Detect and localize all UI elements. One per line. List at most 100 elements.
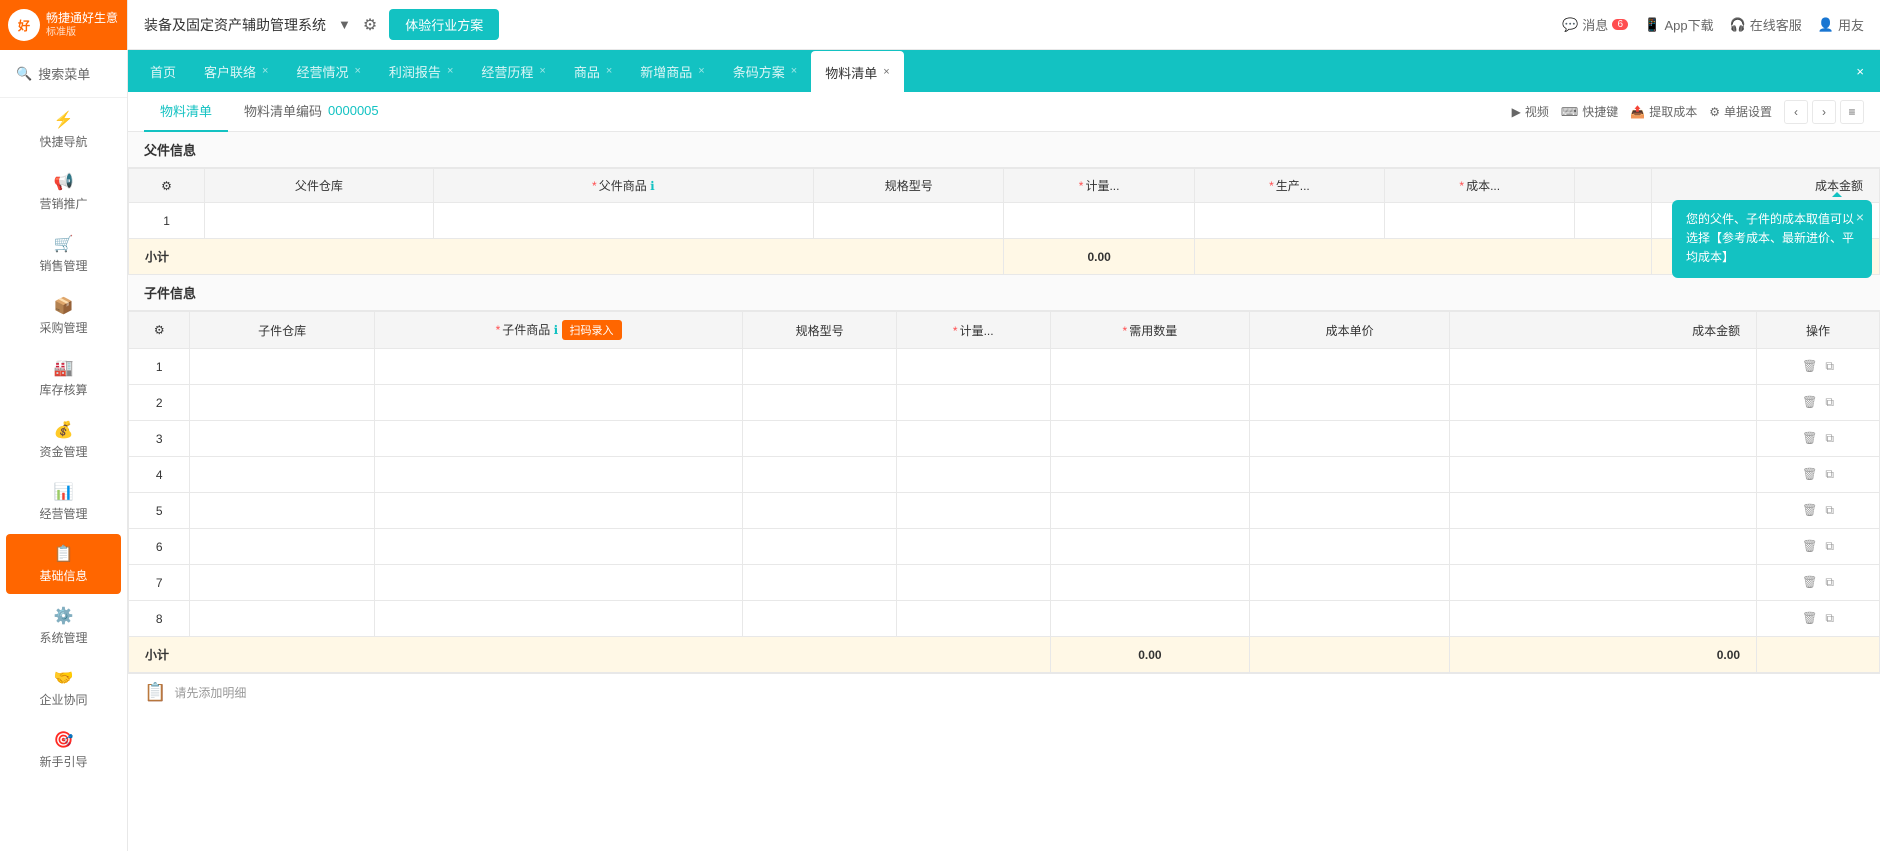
parent-spec-cell[interactable] bbox=[814, 203, 1004, 239]
user-menu-button[interactable]: 👤 用友 bbox=[1818, 15, 1864, 34]
child-qty-cell[interactable] bbox=[1050, 421, 1250, 457]
child-product-cell[interactable] bbox=[374, 349, 743, 385]
sub-tab-bom-code[interactable]: 物料清单编码 0000005 bbox=[228, 92, 395, 132]
message-button[interactable]: 💬 消息 6 bbox=[1562, 15, 1628, 34]
child-spec-cell[interactable] bbox=[743, 493, 897, 529]
child-spec-cell[interactable] bbox=[743, 529, 897, 565]
child-product-cell[interactable] bbox=[374, 601, 743, 637]
delete-icon[interactable]: 🗑 bbox=[1802, 539, 1817, 554]
child-unit-cell[interactable] bbox=[896, 493, 1050, 529]
child-unit-cell[interactable] bbox=[896, 601, 1050, 637]
video-button[interactable]: ▶ 视频 bbox=[1512, 103, 1549, 120]
settings-gear-icon[interactable]: ⚙ bbox=[363, 15, 377, 35]
tab-products[interactable]: 商品 × bbox=[560, 50, 626, 92]
copy-icon[interactable]: ⧉ bbox=[1825, 431, 1834, 446]
sidebar-item-inventory[interactable]: 🏭 库存核算 bbox=[6, 348, 121, 408]
child-qty-cell[interactable] bbox=[1050, 457, 1250, 493]
child-col-settings[interactable]: ⚙ bbox=[129, 312, 190, 349]
child-qty-cell[interactable] bbox=[1050, 493, 1250, 529]
child-unit-cost-cell[interactable] bbox=[1250, 565, 1450, 601]
child-unit-cost-cell[interactable] bbox=[1250, 349, 1450, 385]
child-unit-cell[interactable] bbox=[896, 349, 1050, 385]
child-unit-cost-cell[interactable] bbox=[1250, 493, 1450, 529]
delete-icon[interactable]: 🗑 bbox=[1802, 359, 1817, 374]
child-spec-cell[interactable] bbox=[743, 421, 897, 457]
child-qty-cell[interactable] bbox=[1050, 529, 1250, 565]
child-qty-cell[interactable] bbox=[1050, 601, 1250, 637]
copy-icon[interactable]: ⧉ bbox=[1825, 467, 1834, 482]
parent-product-cell[interactable] bbox=[433, 203, 814, 239]
child-spec-cell[interactable] bbox=[743, 349, 897, 385]
child-product-cell[interactable] bbox=[374, 529, 743, 565]
copy-icon[interactable]: ⧉ bbox=[1825, 539, 1834, 554]
child-unit-cell[interactable] bbox=[896, 529, 1050, 565]
copy-icon[interactable]: ⧉ bbox=[1825, 395, 1834, 410]
child-unit-cell[interactable] bbox=[896, 421, 1050, 457]
child-unit-cell[interactable] bbox=[896, 565, 1050, 601]
tab-close-bom[interactable]: × bbox=[883, 66, 889, 78]
child-spec-cell[interactable] bbox=[743, 457, 897, 493]
delete-icon[interactable]: 🗑 bbox=[1802, 611, 1817, 626]
sidebar-item-system[interactable]: ⚙️ 系统管理 bbox=[6, 596, 121, 656]
tab-barcode[interactable]: 条码方案 × bbox=[719, 50, 811, 92]
sidebar-item-quick-nav[interactable]: ⚡ 快捷导航 bbox=[6, 100, 121, 160]
next-page-button[interactable]: › bbox=[1812, 100, 1836, 124]
child-warehouse-cell[interactable] bbox=[190, 493, 374, 529]
delete-icon[interactable]: 🗑 bbox=[1802, 467, 1817, 482]
child-product-cell[interactable] bbox=[374, 421, 743, 457]
child-warehouse-cell[interactable] bbox=[190, 457, 374, 493]
child-product-cell[interactable] bbox=[374, 493, 743, 529]
sub-tab-bom-list[interactable]: 物料清单 bbox=[144, 92, 228, 132]
tab-bom[interactable]: 物料清单 × bbox=[811, 51, 903, 92]
tab-ops-status[interactable]: 经营情况 × bbox=[282, 50, 374, 92]
child-spec-cell[interactable] bbox=[743, 385, 897, 421]
child-unit-cost-cell[interactable] bbox=[1250, 601, 1450, 637]
child-product-cell[interactable] bbox=[374, 565, 743, 601]
child-unit-cost-cell[interactable] bbox=[1250, 421, 1450, 457]
copy-icon[interactable]: ⧉ bbox=[1825, 611, 1834, 626]
sidebar-item-guide[interactable]: 🎯 新手引导 bbox=[6, 720, 121, 780]
delete-icon[interactable]: 🗑 bbox=[1802, 395, 1817, 410]
child-qty-cell[interactable] bbox=[1050, 385, 1250, 421]
trial-button[interactable]: 体验行业方案 bbox=[389, 9, 499, 40]
scan-input-button[interactable]: 扫码录入 bbox=[562, 320, 622, 340]
delete-icon[interactable]: 🗑 bbox=[1802, 431, 1817, 446]
system-dropdown[interactable]: ▼ bbox=[338, 17, 351, 32]
tab-close-ops[interactable]: × bbox=[354, 65, 360, 77]
child-qty-cell[interactable] bbox=[1050, 565, 1250, 601]
child-spec-cell[interactable] bbox=[743, 565, 897, 601]
child-unit-cost-cell[interactable] bbox=[1250, 457, 1450, 493]
tab-close-customer[interactable]: × bbox=[262, 65, 268, 77]
child-unit-cost-cell[interactable] bbox=[1250, 529, 1450, 565]
child-unit-cell[interactable] bbox=[896, 385, 1050, 421]
child-warehouse-cell[interactable] bbox=[190, 349, 374, 385]
child-warehouse-cell[interactable] bbox=[190, 565, 374, 601]
sidebar-item-sales[interactable]: 🛒 销售管理 bbox=[6, 224, 121, 284]
parent-col-settings[interactable]: ⚙ bbox=[129, 169, 205, 203]
child-product-cell[interactable] bbox=[374, 457, 743, 493]
delete-icon[interactable]: 🗑 bbox=[1802, 575, 1817, 590]
tab-profit[interactable]: 利润报告 × bbox=[375, 50, 467, 92]
tab-close-history[interactable]: × bbox=[539, 65, 545, 77]
tab-customer[interactable]: 客户联络 × bbox=[190, 50, 282, 92]
child-spec-cell[interactable] bbox=[743, 601, 897, 637]
shortcut-button[interactable]: ⌨ 快捷键 bbox=[1561, 103, 1618, 120]
child-warehouse-cell[interactable] bbox=[190, 385, 374, 421]
child-unit-cell[interactable] bbox=[896, 457, 1050, 493]
parent-unit-cell[interactable] bbox=[1004, 203, 1194, 239]
sidebar-item-basic-info[interactable]: 📋 基础信息 bbox=[6, 534, 121, 594]
tooltip-close-button[interactable]: × bbox=[1856, 206, 1864, 228]
tab-close-new-product[interactable]: × bbox=[698, 65, 704, 77]
list-view-button[interactable]: ≡ bbox=[1840, 100, 1864, 124]
online-service-button[interactable]: 🎧 在线客服 bbox=[1730, 15, 1802, 34]
child-warehouse-cell[interactable] bbox=[190, 529, 374, 565]
copy-icon[interactable]: ⧉ bbox=[1825, 359, 1834, 374]
tab-close-barcode[interactable]: × bbox=[791, 65, 797, 77]
child-warehouse-cell[interactable] bbox=[190, 421, 374, 457]
tab-close-profit[interactable]: × bbox=[447, 65, 453, 77]
sidebar-item-finance[interactable]: 💰 资金管理 bbox=[6, 410, 121, 470]
extract-cost-button[interactable]: 📤 提取成本 bbox=[1630, 103, 1697, 120]
copy-icon[interactable]: ⧉ bbox=[1825, 503, 1834, 518]
tab-close-products[interactable]: × bbox=[606, 65, 612, 77]
sidebar-item-purchase[interactable]: 📦 采购管理 bbox=[6, 286, 121, 346]
